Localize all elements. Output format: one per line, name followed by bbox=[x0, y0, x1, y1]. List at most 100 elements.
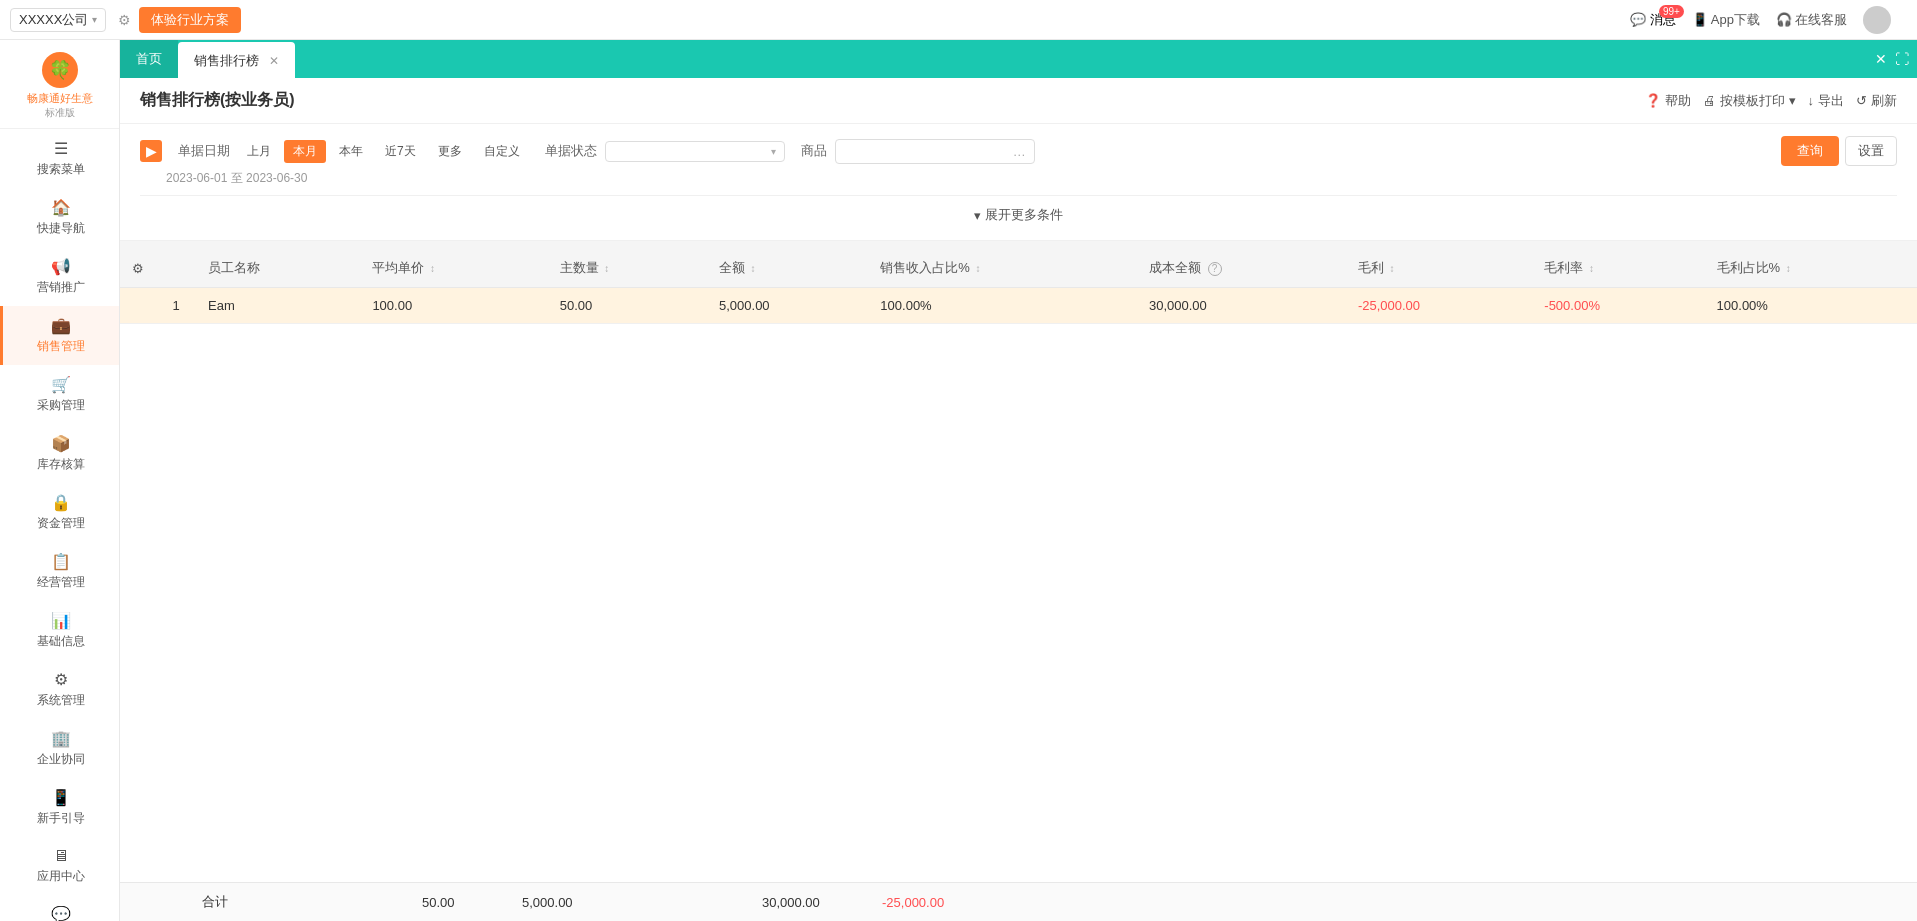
sidebar-item-sales[interactable]: 💼 销售管理 bbox=[0, 306, 119, 365]
sidebar-item-system[interactable]: ⚙ 系统管理 bbox=[0, 660, 119, 719]
sidebar-item-label: 基础信息 bbox=[37, 633, 85, 650]
page-title: 销售排行榜(按业务员) bbox=[140, 90, 295, 111]
sales-icon: 💼 bbox=[51, 316, 71, 335]
date-filter: 单据日期 上月 本月 本年 近7天 更多 自定义 bbox=[178, 140, 529, 163]
status-select[interactable]: ▾ bbox=[605, 141, 785, 162]
download-icon: 📱 bbox=[1692, 12, 1708, 27]
cell-amount: 5,000.00 bbox=[707, 288, 868, 324]
tab-bar: 首页 销售排行榜 ✕ ✕ ⛶ bbox=[120, 40, 1917, 78]
status-filter: 单据状态 ▾ bbox=[545, 141, 785, 162]
message-button[interactable]: 💬 消息 99+ bbox=[1630, 11, 1676, 29]
settings-icon[interactable]: ⚙ bbox=[118, 12, 131, 28]
col-gross-rate[interactable]: 毛利率 ↕ bbox=[1532, 249, 1704, 288]
app-download-button[interactable]: 📱 App下载 bbox=[1692, 11, 1760, 29]
status-label: 单据状态 bbox=[545, 142, 597, 160]
column-settings-button[interactable]: 设置 bbox=[1845, 136, 1897, 166]
cell-name: Eam bbox=[196, 288, 360, 324]
col-gross-ratio[interactable]: 毛利占比% ↕ bbox=[1705, 249, 1917, 288]
sidebar-item-purchase[interactable]: 🛒 采购管理 bbox=[0, 365, 119, 424]
help-button[interactable]: ❓ 帮助 bbox=[1645, 92, 1691, 110]
header-row: ⚙ 员工名称 平均单价 ↕ 主数量 ↕ 全额 ↕ 销售收入占比% ↕ 成本全额 … bbox=[120, 249, 1917, 288]
total-cost: 30,000.00 bbox=[762, 895, 882, 910]
col-name: 员工名称 bbox=[196, 249, 360, 288]
tab-close-icon[interactable]: ✕ bbox=[269, 54, 279, 68]
sidebar-item-search-order[interactable]: ☰ 搜索菜单 bbox=[0, 129, 119, 188]
sidebar-item-enterprise[interactable]: 🏢 企业协同 bbox=[0, 719, 119, 778]
online-service-button[interactable]: 🎧 在线客服 bbox=[1776, 11, 1847, 29]
home-icon: 🏠 bbox=[51, 198, 71, 217]
page-header: 销售排行榜(按业务员) ❓ 帮助 🖨 按模板打印 ▾ ↓ 导出 bbox=[120, 78, 1917, 124]
sidebar-item-marketing[interactable]: 📢 营销推广 bbox=[0, 247, 119, 306]
col-rank bbox=[156, 249, 196, 288]
tab-label: 销售排行榜 bbox=[194, 52, 259, 70]
table-body: 1 Eam 100.00 50.00 5,000.00 100.00% 30,0… bbox=[120, 288, 1917, 324]
refresh-button[interactable]: ↺ 刷新 bbox=[1856, 92, 1897, 110]
total-row: 合计 50.00 5,000.00 30,000.00 -25,000.00 bbox=[120, 882, 1917, 921]
date-range: 2023-06-01 至 2023-06-30 bbox=[166, 171, 307, 185]
col-avg-price[interactable]: 平均单价 ↕ bbox=[360, 249, 547, 288]
cell-gross-rate: -500.00% bbox=[1532, 288, 1704, 324]
sidebar-item-label: 应用中心 bbox=[37, 868, 85, 885]
col-cost[interactable]: 成本全额 ? bbox=[1137, 249, 1346, 288]
gear-icon: ⚙ bbox=[54, 670, 68, 689]
window-close-icon[interactable]: ✕ bbox=[1875, 51, 1887, 67]
chevron-down-icon: ▾ bbox=[92, 14, 97, 25]
search-icon: ☰ bbox=[54, 139, 68, 158]
sidebar-item-guide[interactable]: 📱 新手引导 bbox=[0, 778, 119, 837]
tab-sales-ranking[interactable]: 销售排行榜 ✕ bbox=[178, 42, 295, 80]
table-row: 1 Eam 100.00 50.00 5,000.00 100.00% 30,0… bbox=[120, 288, 1917, 324]
sidebar-item-finance[interactable]: 🔒 资金管理 bbox=[0, 483, 119, 542]
print-icon: 🖨 bbox=[1703, 93, 1716, 108]
cell-avg-price: 100.00 bbox=[360, 288, 547, 324]
sidebar-item-label: 企业协同 bbox=[37, 751, 85, 768]
this-month-tab[interactable]: 本月 bbox=[284, 140, 326, 163]
more-date-tab[interactable]: 更多 bbox=[429, 140, 471, 163]
avatar[interactable] bbox=[1863, 6, 1891, 34]
total-gross-profit: -25,000.00 bbox=[882, 895, 992, 910]
query-button[interactable]: 查询 bbox=[1781, 136, 1839, 166]
sidebar-item-app-center[interactable]: 🖥 应用中心 bbox=[0, 837, 119, 895]
this-year-tab[interactable]: 本年 bbox=[330, 140, 372, 163]
trial-button[interactable]: 体验行业方案 bbox=[139, 7, 241, 33]
template-print-button[interactable]: 🖨 按模板打印 ▾ bbox=[1703, 92, 1796, 110]
date-range-display: 2023-06-01 至 2023-06-30 bbox=[162, 170, 1897, 187]
message-badge: 99+ bbox=[1659, 5, 1684, 18]
monitor-icon: 🖥 bbox=[53, 847, 69, 865]
last7days-tab[interactable]: 近7天 bbox=[376, 140, 425, 163]
filter-area: ▶ 单据日期 上月 本月 本年 近7天 更多 自定义 单据状态 bbox=[120, 124, 1917, 241]
page-actions: ❓ 帮助 🖨 按模板打印 ▾ ↓ 导出 ↺ 刷新 bbox=[1645, 92, 1898, 110]
page-content: 销售排行榜(按业务员) ❓ 帮助 🖨 按模板打印 ▾ ↓ 导出 bbox=[120, 78, 1917, 921]
goods-input[interactable]: … bbox=[835, 139, 1035, 164]
refresh-icon: ↺ bbox=[1856, 93, 1867, 108]
window-maximize-icon[interactable]: ⛶ bbox=[1895, 51, 1909, 67]
expand-more-container: ▾ 展开更多条件 bbox=[140, 195, 1897, 228]
col-sales-ratio[interactable]: 销售收入占比% ↕ bbox=[868, 249, 1137, 288]
sidebar-item-inventory[interactable]: 📦 库存核算 bbox=[0, 424, 119, 483]
logo-sub: 标准版 bbox=[45, 106, 75, 120]
col-main-qty[interactable]: 主数量 ↕ bbox=[548, 249, 707, 288]
sidebar-item-label: 营销推广 bbox=[37, 279, 85, 296]
megaphone-icon: 📢 bbox=[51, 257, 71, 276]
company-selector[interactable]: XXXXX公司 ▾ bbox=[10, 8, 106, 32]
prev-month-tab[interactable]: 上月 bbox=[238, 140, 280, 163]
col-gross-profit[interactable]: 毛利 ↕ bbox=[1346, 249, 1532, 288]
sidebar-item-basic-info[interactable]: 📊 基础信息 bbox=[0, 601, 119, 660]
sidebar-item-wechat[interactable]: 💬 企业微信 bbox=[0, 895, 119, 921]
total-amount: 5,000.00 bbox=[522, 895, 632, 910]
box-icon: 📦 bbox=[51, 434, 71, 453]
wechat-icon: 💬 bbox=[51, 905, 71, 921]
col-amount[interactable]: 全额 ↕ bbox=[707, 249, 868, 288]
table-header: ⚙ 员工名称 平均单价 ↕ 主数量 ↕ 全额 ↕ 销售收入占比% ↕ 成本全额 … bbox=[120, 249, 1917, 288]
filter-collapse-icon[interactable]: ▶ bbox=[140, 140, 162, 162]
cell-sales-ratio: 100.00% bbox=[868, 288, 1137, 324]
export-button[interactable]: ↓ 导出 bbox=[1808, 92, 1845, 110]
date-label: 单据日期 bbox=[178, 142, 230, 160]
expand-icon: ▾ bbox=[974, 208, 981, 223]
sidebar-item-quick-nav[interactable]: 🏠 快捷导航 bbox=[0, 188, 119, 247]
cell-gross-profit: -25,000.00 bbox=[1346, 288, 1532, 324]
custom-tab[interactable]: 自定义 bbox=[475, 140, 529, 163]
sidebar-item-operations[interactable]: 📋 经营管理 bbox=[0, 542, 119, 601]
tab-home[interactable]: 首页 bbox=[120, 40, 178, 78]
col-settings[interactable]: ⚙ bbox=[120, 249, 156, 288]
expand-more-button[interactable]: ▾ 展开更多条件 bbox=[974, 202, 1063, 228]
